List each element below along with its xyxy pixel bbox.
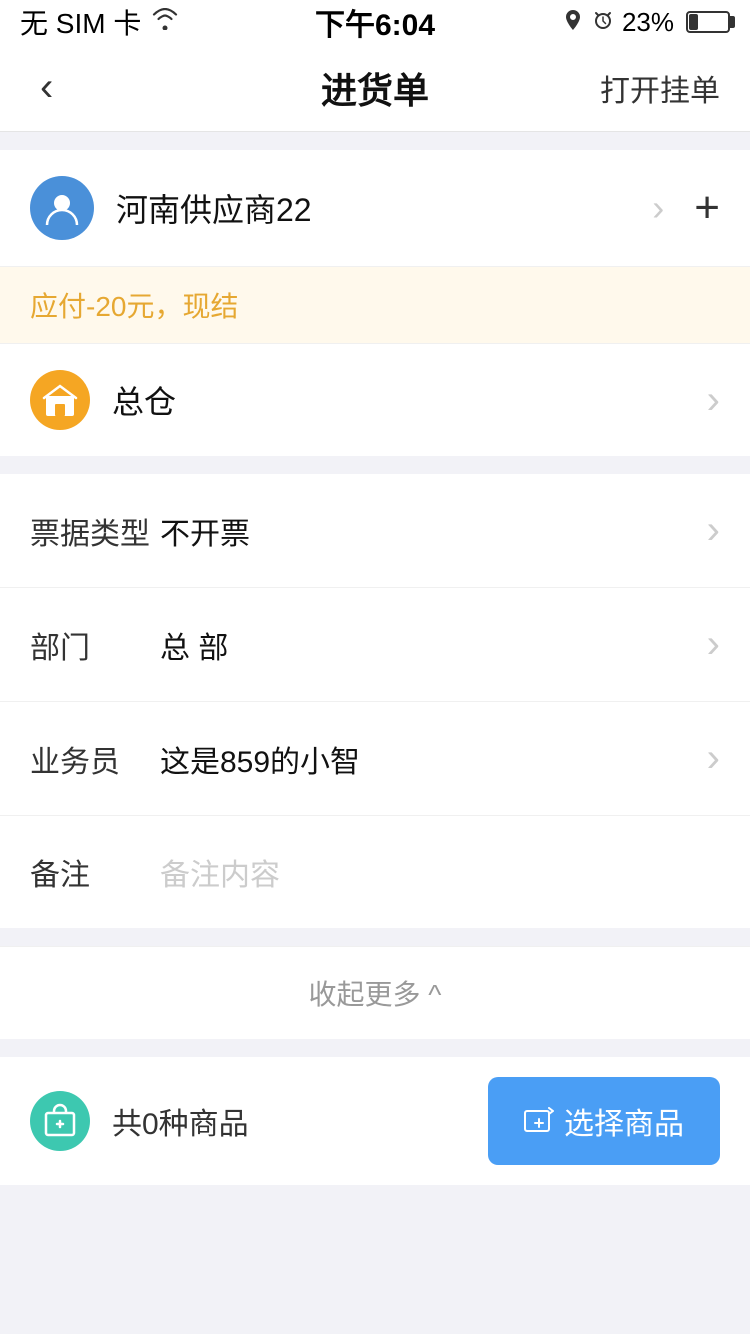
add-supplier-button[interactable]: +: [694, 183, 720, 233]
field-row-department[interactable]: 部门 总 部: [0, 588, 750, 702]
status-bar: 无 SIM 卡 下午6:04 23%: [0, 0, 750, 44]
field-label-sales: 业务员: [30, 737, 160, 781]
invoice-chevron-icon: [707, 508, 720, 553]
location-icon: [562, 7, 584, 38]
field-value-remark[interactable]: 备注内容: [160, 850, 720, 894]
supplier-row[interactable]: 河南供应商22 › +: [0, 150, 750, 267]
page-title: 进货单: [321, 62, 429, 114]
supplier-name: 河南供应商22: [116, 185, 652, 231]
warehouse-name: 总仓: [112, 377, 707, 423]
status-time: 下午6:04: [315, 0, 435, 44]
notice-banner: 应付-20元，现结: [0, 267, 750, 343]
supplier-section: 河南供应商22 › + 应付-20元，现结 总仓: [0, 150, 750, 456]
alarm-icon: [592, 7, 614, 38]
open-pending-button[interactable]: 打开挂单: [600, 66, 720, 110]
notice-text: 应付-20元，现结: [30, 291, 238, 322]
collapse-label: 收起更多 ^: [309, 979, 442, 1010]
field-label-invoice: 票据类型: [30, 509, 160, 553]
back-button[interactable]: ‹: [30, 55, 63, 120]
status-left: 无 SIM 卡: [20, 2, 179, 42]
fields-section: 票据类型 不开票 部门 总 部 业务员 这是859的小智 备注 备注内容: [0, 474, 750, 928]
section-divider-1: [0, 132, 750, 150]
carrier-text: 无 SIM 卡: [20, 2, 141, 42]
nav-bar: ‹ 进货单 打开挂单: [0, 44, 750, 132]
bottom-bar: 共0种商品 选择商品: [0, 1057, 750, 1185]
field-row-remark[interactable]: 备注 备注内容: [0, 816, 750, 928]
wifi-icon: [151, 8, 179, 37]
field-value-invoice: 不开票: [160, 509, 707, 553]
supplier-chevron-icon: ›: [652, 187, 664, 229]
field-value-dept: 总 部: [160, 623, 707, 667]
collapse-button[interactable]: 收起更多 ^: [0, 946, 750, 1039]
field-value-sales: 这是859的小智: [160, 737, 707, 781]
supplier-avatar: [30, 176, 94, 240]
warehouse-icon: [30, 370, 90, 430]
field-label-dept: 部门: [30, 623, 160, 667]
product-count: 共0种商品: [112, 1099, 488, 1143]
status-right: 23%: [562, 7, 730, 38]
field-row-invoice-type[interactable]: 票据类型 不开票: [0, 474, 750, 588]
dept-chevron-icon: [707, 622, 720, 667]
warehouse-chevron-icon: [707, 378, 720, 423]
select-product-label: 选择商品: [564, 1099, 684, 1143]
product-icon: [30, 1091, 90, 1151]
field-label-remark: 备注: [30, 850, 160, 894]
battery-icon: [686, 11, 730, 33]
warehouse-row[interactable]: 总仓: [0, 343, 750, 456]
battery-percent: 23%: [622, 7, 674, 38]
field-row-salesperson[interactable]: 业务员 这是859的小智: [0, 702, 750, 816]
sales-chevron-icon: [707, 736, 720, 781]
select-product-button[interactable]: 选择商品: [488, 1077, 720, 1165]
